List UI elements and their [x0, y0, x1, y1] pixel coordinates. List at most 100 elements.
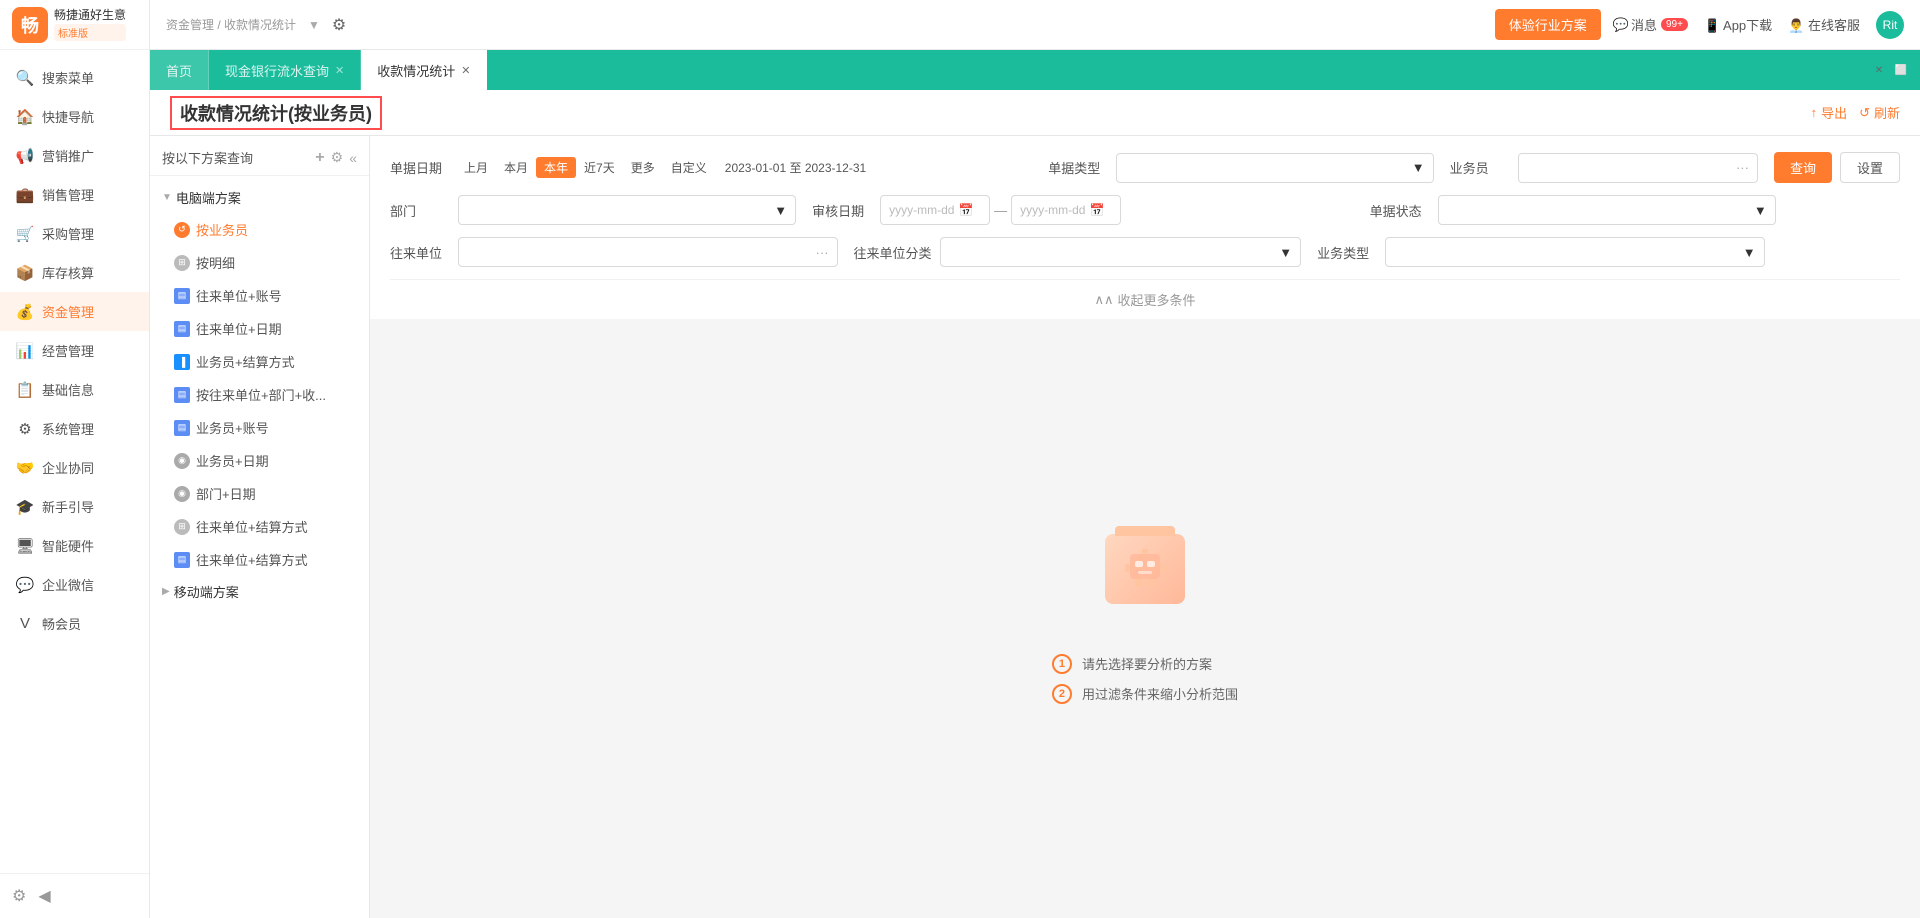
doc-status-select[interactable]: ▼	[1438, 195, 1776, 225]
collapse-scheme-icon[interactable]: «	[349, 150, 357, 166]
scheme-item-label: 按往来单位+部门+收...	[196, 385, 326, 404]
biz-type-label: 业务类型	[1317, 243, 1377, 262]
review-date-end-input[interactable]: yyyy-mm-dd 📅	[1011, 195, 1121, 225]
scheme-panel: 按以下方案查询 + ⚙ «	[150, 136, 370, 918]
tab-bank-close[interactable]: ✕	[335, 64, 344, 77]
export-icon: ↑	[1811, 105, 1818, 120]
empty-steps: 1 请先选择要分析的方案 2 用过滤条件来缩小分析范围	[1052, 654, 1238, 704]
user-avatar[interactable]: Rit	[1876, 11, 1904, 39]
sidebar-item-member[interactable]: V 畅会员	[0, 604, 149, 643]
sidebar-item-hardware[interactable]: 🖥 智能硬件	[0, 526, 149, 565]
sidebar-item-search[interactable]: 🔍 搜索菜单	[0, 58, 149, 97]
settings-bottom-icon[interactable]: ⚙	[12, 886, 26, 906]
tab-receipt-close[interactable]: ✕	[461, 64, 470, 77]
gear-icon[interactable]: ⚙	[332, 15, 346, 35]
dept-select[interactable]: ▼	[458, 195, 796, 225]
sidebar-item-label: 采购管理	[42, 224, 94, 243]
review-date-range: yyyy-mm-dd 📅 — yyyy-mm-dd 📅	[880, 195, 1353, 225]
scheme-item-dept-date[interactable]: ◉ 部门+日期	[150, 477, 369, 510]
scheme-item-partner-date[interactable]: ▤ 往来单位+日期	[150, 312, 369, 345]
scheme-item-label: 往来单位+结算方式	[196, 517, 308, 536]
sidebar-item-purchase[interactable]: 🛒 采购管理	[0, 214, 149, 253]
sidebar-item-wechat[interactable]: 💬 企业微信	[0, 565, 149, 604]
partner-category-dropdown-icon: ▼	[1279, 245, 1292, 260]
scheme-item-salesperson-account[interactable]: ▤ 业务员+账号	[150, 411, 369, 444]
date-opt-last-month[interactable]: 上月	[456, 157, 496, 178]
scheme-item-by-detail[interactable]: ⊞ 按明细	[150, 246, 369, 279]
sidebar-item-label: 智能硬件	[42, 536, 94, 555]
expand-arrow-icon: ▼	[162, 192, 172, 203]
scheme-item-partner-account[interactable]: ▤ 往来单位+账号	[150, 279, 369, 312]
partner-category-select[interactable]: ▼	[940, 237, 1302, 267]
sidebar-item-guide[interactable]: 🎓 新手引导	[0, 487, 149, 526]
salesperson-select[interactable]: ···	[1518, 153, 1758, 183]
date-opt-more[interactable]: 更多	[623, 157, 663, 178]
sidebar-item-basic[interactable]: 📋 基础信息	[0, 370, 149, 409]
partner-settle2-icon: ▤	[174, 552, 190, 568]
calendar-end-icon[interactable]: 📅	[1089, 203, 1104, 217]
scheme-panel-icons: + ⚙ «	[315, 149, 357, 167]
dropdown-arrow-icon[interactable]: ▼	[308, 18, 320, 32]
sidebar-item-marketing[interactable]: 📢 营销推广	[0, 136, 149, 175]
sidebar-item-operation[interactable]: 📊 经营管理	[0, 331, 149, 370]
scheme-item-partner-dept[interactable]: ▤ 按往来单位+部门+收...	[150, 378, 369, 411]
tab-home[interactable]: 首页	[150, 50, 209, 90]
tab-receipt[interactable]: 收款情况统计 ✕	[361, 50, 487, 90]
sidebar-nav: 🔍 搜索菜单 🏠 快捷导航 📢 营销推广 💼 销售管理 🛒 采购管理 📦 库存核…	[0, 50, 149, 873]
tab-bank[interactable]: 现金银行流水查询 ✕	[209, 50, 361, 90]
doc-type-select[interactable]: ▼	[1116, 153, 1433, 183]
app-download[interactable]: 📱 App下载	[1704, 15, 1772, 34]
scheme-item-salesperson-settle[interactable]: ▐ 业务员+结算方式	[150, 345, 369, 378]
date-label: 单据日期	[390, 158, 450, 177]
marketing-icon: 📢	[16, 147, 34, 165]
sidebar-item-system[interactable]: ⚙ 系统管理	[0, 409, 149, 448]
calendar-start-icon[interactable]: 📅	[958, 203, 973, 217]
partner-select[interactable]: ···	[458, 237, 838, 267]
scheme-item-salesperson-date[interactable]: ◉ 业务员+日期	[150, 444, 369, 477]
collapse-up-icon: ∧∧	[1094, 292, 1113, 308]
scheme-category-mobile[interactable]: ▶ 移动端方案	[150, 576, 369, 607]
date-opt-this-year[interactable]: 本年	[536, 157, 576, 178]
sidebar-item-sales[interactable]: 💼 销售管理	[0, 175, 149, 214]
query-button[interactable]: 查询	[1774, 152, 1832, 183]
setting-scheme-icon[interactable]: ⚙	[331, 149, 344, 166]
review-date-end-placeholder: yyyy-mm-dd	[1020, 203, 1085, 217]
sidebar-item-label: 库存核算	[42, 263, 94, 282]
refresh-button[interactable]: ↺ 刷新	[1859, 103, 1900, 122]
scheme-item-label: 往来单位+账号	[196, 286, 282, 305]
collapse-sidebar-icon[interactable]: ◀	[38, 886, 50, 906]
sidebar-item-quicknav[interactable]: 🏠 快捷导航	[0, 97, 149, 136]
doc-type-label: 单据类型	[1048, 158, 1108, 177]
partner-account-icon: ▤	[174, 288, 190, 304]
tab-home-label: 首页	[166, 61, 192, 80]
add-scheme-icon[interactable]: +	[315, 149, 324, 167]
filter-actions: 查询 设置	[1774, 152, 1900, 183]
date-opt-7days[interactable]: 近7天	[576, 157, 623, 178]
collapse-filters-btn[interactable]: ∧∧ 收起更多条件	[390, 279, 1900, 319]
scheme-category-desktop[interactable]: ▼ 电脑端方案	[150, 182, 369, 213]
logo-icon: 畅	[12, 7, 48, 43]
scheme-item-partner-settle2[interactable]: ▤ 往来单位+结算方式	[150, 543, 369, 576]
export-button[interactable]: ↑ 导出	[1811, 103, 1848, 122]
maximize-window-icon[interactable]: ⬜	[1894, 63, 1908, 77]
salesperson-label: 业务员	[1450, 158, 1510, 177]
setting-button[interactable]: 设置	[1840, 152, 1900, 183]
biz-type-select[interactable]: ▼	[1385, 237, 1765, 267]
sidebar-item-finance[interactable]: 💰 资金管理	[0, 292, 149, 331]
sidebar-item-enterprise[interactable]: 🤝 企业协同	[0, 448, 149, 487]
trial-button[interactable]: 体验行业方案	[1495, 9, 1601, 40]
filter-row-1: 单据日期 上月 本月 本年 近7天 更多 自定义 2023-01-01 至 20…	[390, 152, 1900, 183]
date-opt-custom[interactable]: 自定义	[663, 157, 715, 178]
online-service[interactable]: 👨‍💼 在线客服	[1788, 15, 1860, 34]
empty-state: 1 请先选择要分析的方案 2 用过滤条件来缩小分析范围	[370, 319, 1920, 918]
sales-icon: 💼	[16, 186, 34, 204]
scheme-item-by-salesperson[interactable]: ↺ 按业务员	[150, 213, 369, 246]
review-date-start-input[interactable]: yyyy-mm-dd 📅	[880, 195, 990, 225]
home-icon: 🏠	[16, 108, 34, 126]
scheme-item-partner-settle1[interactable]: ⊞ 往来单位+结算方式	[150, 510, 369, 543]
close-window-icon[interactable]: ✕	[1872, 63, 1886, 77]
dept-field: 部门 ▼	[390, 195, 796, 225]
message-icon[interactable]: 💬 消息 99+	[1613, 15, 1688, 34]
sidebar-item-inventory[interactable]: 📦 库存核算	[0, 253, 149, 292]
date-opt-this-month[interactable]: 本月	[496, 157, 536, 178]
